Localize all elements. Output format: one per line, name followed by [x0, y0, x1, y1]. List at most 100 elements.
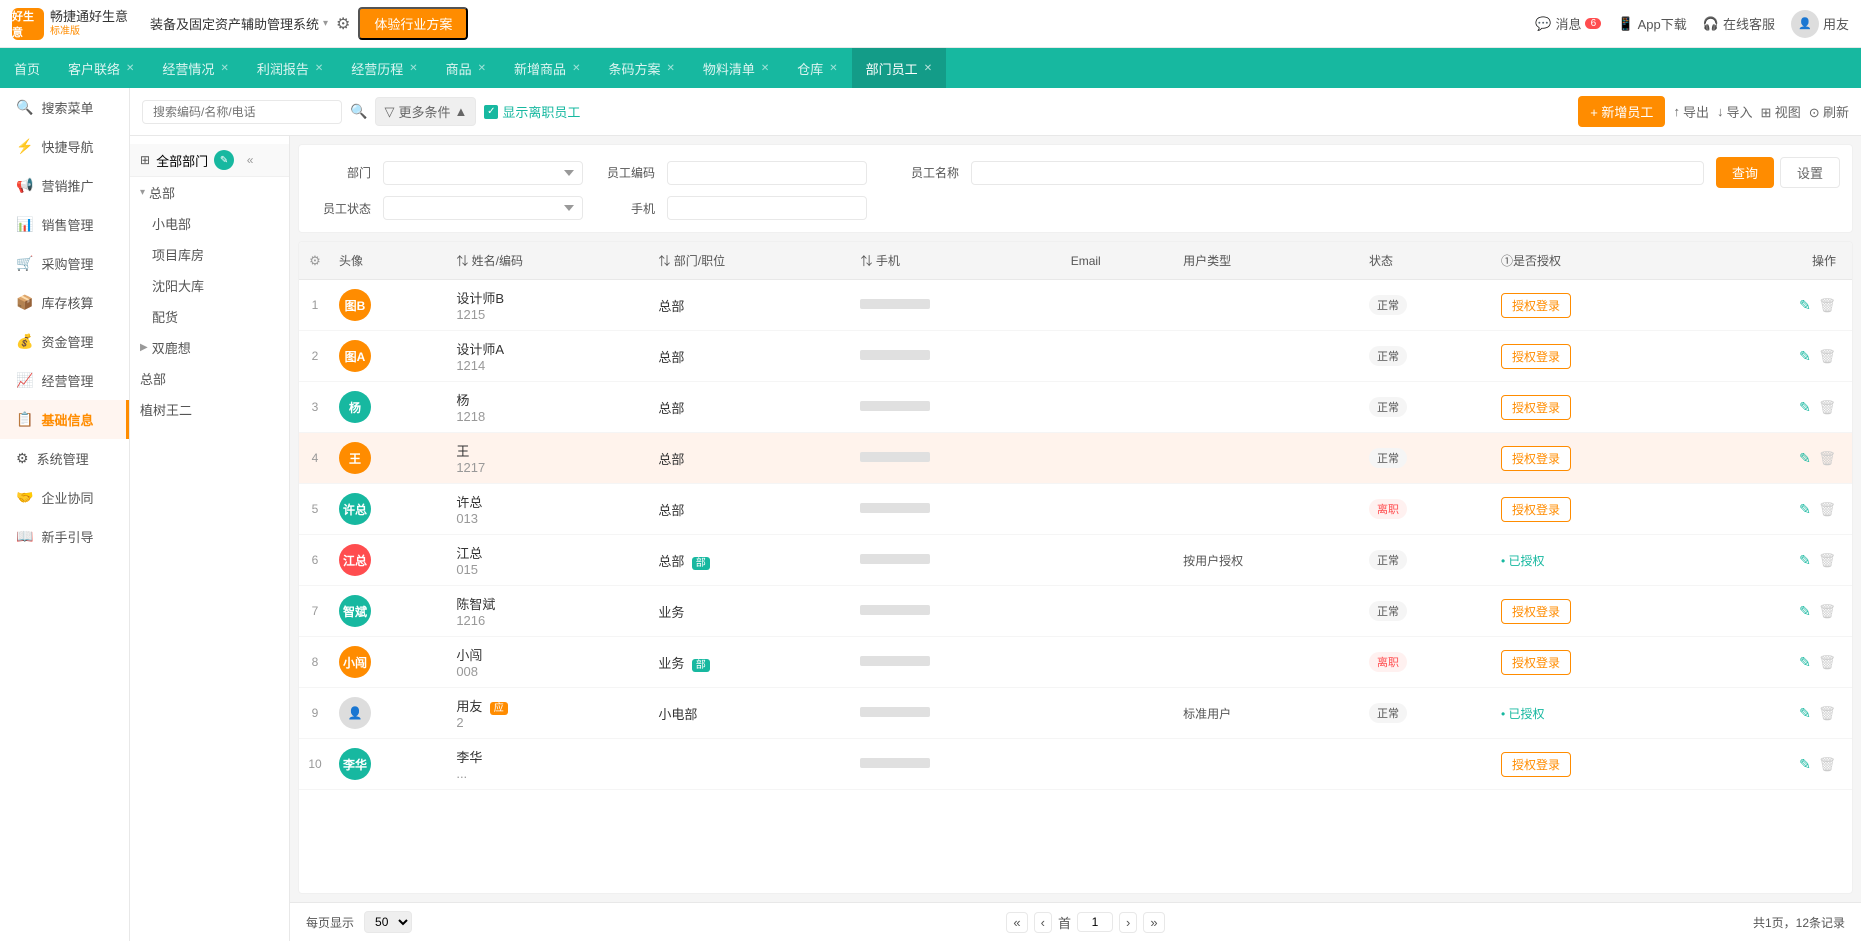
delete-button[interactable]: 🗑 [1818, 552, 1836, 568]
delete-button[interactable]: 🗑 [1818, 705, 1836, 721]
close-icon[interactable]: ✕ [315, 63, 323, 74]
tab-customer[interactable]: 客户联络 ✕ [54, 48, 148, 88]
edit-button[interactable]: ✎ [1799, 552, 1811, 568]
tab-profit[interactable]: 利润报告 ✕ [243, 48, 337, 88]
sidebar-item-collab[interactable]: 🤝 企业协同 [0, 478, 129, 517]
import-button[interactable]: ↓ 导入 [1717, 102, 1753, 121]
auth-login-button[interactable]: 授权登录 [1501, 395, 1571, 420]
auth-login-button[interactable]: 授权登录 [1501, 599, 1571, 624]
collapse-button[interactable]: « [240, 150, 260, 170]
delete-button[interactable]: 🗑 [1818, 399, 1836, 415]
system-dropdown-arrow[interactable]: ▾ [323, 18, 328, 29]
next-page-button[interactable]: › [1119, 912, 1137, 933]
close-icon[interactable]: ✕ [829, 63, 837, 74]
more-actions-button[interactable]: ⊙ 刷新 [1809, 102, 1849, 121]
edit-button[interactable]: ✎ [1799, 450, 1811, 466]
tree-item-zongbu[interactable]: 总部 [130, 363, 289, 394]
emp-status-select[interactable] [383, 196, 583, 220]
search-input[interactable] [142, 100, 342, 124]
edit-button[interactable]: ✎ [1799, 348, 1811, 364]
auth-login-button[interactable]: 授权登录 [1501, 446, 1571, 471]
column-settings-icon[interactable]: ⚙ [309, 253, 321, 268]
emp-code-input[interactable] [667, 161, 867, 185]
first-page-button[interactable]: « [1006, 912, 1027, 933]
sidebar-item-quick[interactable]: ⚡ 快捷导航 [0, 127, 129, 166]
per-page-select[interactable]: 50 [364, 911, 412, 933]
page-number-input[interactable] [1077, 912, 1113, 932]
edit-button[interactable]: ✎ [1799, 603, 1811, 619]
trial-button[interactable]: 体验行业方案 [358, 7, 468, 40]
gear-button[interactable]: ⚙ [336, 14, 350, 34]
close-icon[interactable]: ✕ [220, 63, 228, 74]
col-name[interactable]: ⇅ 姓名/编码 [448, 242, 650, 280]
sidebar-item-marketing[interactable]: 📢 营销推广 [0, 166, 129, 205]
tree-item-xiaodian[interactable]: 小电部 [130, 208, 289, 239]
edit-button[interactable]: ✎ [1799, 501, 1811, 517]
tab-barcode[interactable]: 条码方案 ✕ [594, 48, 688, 88]
app-download-button[interactable]: 📱 App下载 [1617, 14, 1686, 33]
auth-login-button[interactable]: 授权登录 [1501, 650, 1571, 675]
user-menu[interactable]: 👤 用友 [1791, 10, 1849, 38]
auth-login-button[interactable]: 授权登录 [1501, 293, 1571, 318]
tree-item-xmkf[interactable]: 项目库房 [130, 239, 289, 270]
sidebar-item-management[interactable]: 📈 经营管理 [0, 361, 129, 400]
sidebar-item-guide[interactable]: 📖 新手引导 [0, 517, 129, 556]
edit-button[interactable]: ✎ [1799, 399, 1811, 415]
view-button[interactable]: ⊞ 视图 [1760, 102, 1800, 121]
tree-item-zongbu-root[interactable]: ▾ 总部 [130, 177, 289, 208]
sidebar-item-sales[interactable]: 📊 销售管理 [0, 205, 129, 244]
delete-button[interactable]: 🗑 [1818, 297, 1836, 313]
delete-button[interactable]: 🗑 [1818, 501, 1836, 517]
sidebar-item-purchase[interactable]: 🛒 采购管理 [0, 244, 129, 283]
close-icon[interactable]: ✕ [409, 63, 417, 74]
close-icon[interactable]: ✕ [924, 63, 932, 74]
edit-button[interactable]: ✎ [1799, 297, 1811, 313]
tree-item-shuanglu[interactable]: ▶ 双鹿想 [130, 332, 289, 363]
col-phone[interactable]: ⇅ 手机 [852, 242, 1062, 280]
close-icon[interactable]: ✕ [478, 63, 486, 74]
tab-employees[interactable]: 部门员工 ✕ [852, 48, 946, 88]
sidebar-item-finance[interactable]: 💰 资金管理 [0, 322, 129, 361]
sidebar-item-system[interactable]: ⚙ 系统管理 [0, 439, 129, 478]
online-service-button[interactable]: 🎧 在线客服 [1703, 14, 1775, 33]
tab-history[interactable]: 经营历程 ✕ [337, 48, 431, 88]
query-button[interactable]: 查询 [1716, 157, 1774, 188]
close-icon[interactable]: ✕ [126, 63, 134, 74]
sidebar-item-inventory[interactable]: 📦 库存核算 [0, 283, 129, 322]
emp-name-input[interactable] [971, 161, 1704, 185]
tab-operations[interactable]: 经营情况 ✕ [148, 48, 242, 88]
edit-button[interactable]: ✎ [1799, 654, 1811, 670]
edit-button[interactable]: ✎ [1799, 756, 1811, 772]
delete-button[interactable]: 🗑 [1818, 603, 1836, 619]
phone-input[interactable] [667, 196, 867, 220]
delete-button[interactable]: 🗑 [1818, 450, 1836, 466]
delete-button[interactable]: 🗑 [1818, 348, 1836, 364]
last-page-button[interactable]: » [1143, 912, 1164, 933]
set-button[interactable]: 设置 [1780, 157, 1840, 188]
sidebar-item-basic[interactable]: 📋 基础信息 [0, 400, 129, 439]
tab-products[interactable]: 商品 ✕ [432, 48, 500, 88]
add-employee-button[interactable]: + 新增员工 [1578, 96, 1665, 127]
tree-item-zhishu[interactable]: 植树王二 [130, 394, 289, 425]
auth-login-button[interactable]: 授权登录 [1501, 752, 1571, 777]
auth-login-button[interactable]: 授权登录 [1501, 344, 1571, 369]
delete-button[interactable]: 🗑 [1818, 654, 1836, 670]
auth-login-button[interactable]: 授权登录 [1501, 497, 1571, 522]
tab-home[interactable]: 首页 [0, 48, 54, 88]
tab-bom[interactable]: 物料清单 ✕ [689, 48, 783, 88]
close-icon[interactable]: ✕ [666, 63, 674, 74]
close-icon[interactable]: ✕ [761, 63, 769, 74]
dept-select[interactable] [383, 161, 583, 185]
tree-item-shenyang[interactable]: 沈阳大库 [130, 270, 289, 301]
tab-new-product[interactable]: 新增商品 ✕ [500, 48, 594, 88]
col-dept[interactable]: ⇅ 部门/职位 [650, 242, 852, 280]
dept-edit-button[interactable]: ✎ [214, 150, 234, 170]
edit-button[interactable]: ✎ [1799, 705, 1811, 721]
delete-button[interactable]: 🗑 [1818, 756, 1836, 772]
prev-page-button[interactable]: ‹ [1034, 912, 1052, 933]
close-icon[interactable]: ✕ [572, 63, 580, 74]
col-settings[interactable]: ⚙ [299, 242, 331, 280]
search-button[interactable]: 🔍 [350, 103, 367, 120]
sidebar-item-search[interactable]: 🔍 搜索菜单 [0, 88, 129, 127]
show-resigned-checkbox[interactable]: ✓ 显示离职员工 [484, 102, 580, 121]
